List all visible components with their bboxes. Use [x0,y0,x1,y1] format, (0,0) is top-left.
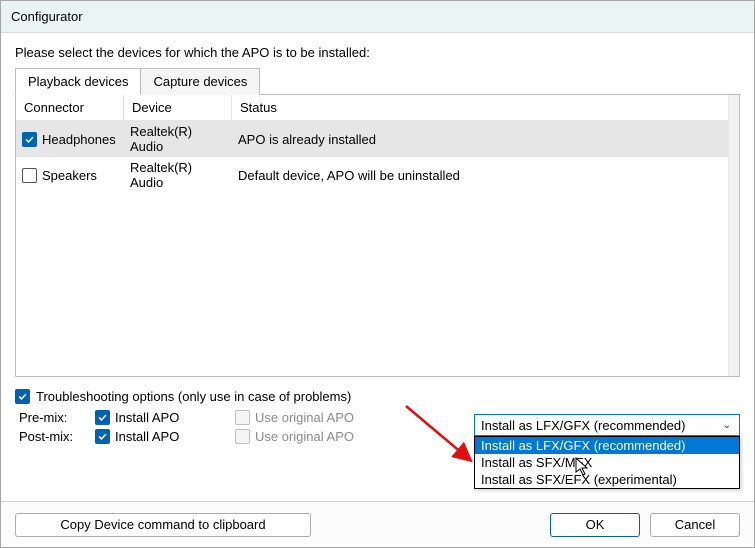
install-mode-dropdown[interactable]: Install as LFX/GFX (recommended) ⌄ [474,414,740,436]
postmix-install-checkbox[interactable] [95,429,110,444]
postmix-original-checkbox [235,429,250,444]
device-status: APO is already installed [232,129,739,150]
connector-name: Headphones [42,132,116,147]
device-checkbox[interactable] [22,168,37,183]
table-row[interactable]: Speakers Realtek(R) Audio Default device… [16,157,739,193]
column-header-status[interactable]: Status [232,95,739,121]
premix-install-checkbox[interactable] [95,410,110,425]
dropdown-option[interactable]: Install as SFX/EFX (experimental) [475,471,739,488]
window-title: Configurator [11,9,83,24]
title-bar: Configurator [1,1,754,33]
tab-capture-devices[interactable]: Capture devices [140,68,260,95]
dropdown-option[interactable]: Install as LFX/GFX (recommended) [475,437,739,454]
ok-button-label: OK [586,517,605,532]
table-row[interactable]: Headphones Realtek(R) Audio APO is alrea… [16,121,739,157]
device-name: Realtek(R) Audio [124,121,232,157]
tab-playback-label: Playback devices [28,74,128,89]
device-table: Connector Device Status Headphones Realt… [15,95,740,377]
ok-button[interactable]: OK [550,513,640,537]
premix-install-label: Install APO [115,410,179,425]
column-header-device[interactable]: Device [124,95,232,121]
instruction-text: Please select the devices for which the … [15,45,740,60]
dropdown-options-list: Install as LFX/GFX (recommended) Install… [474,436,740,489]
premix-original-label: Use original APO [255,410,354,425]
tab-playback-devices[interactable]: Playback devices [15,68,141,95]
device-name: Realtek(R) Audio [124,157,232,193]
premix-original-checkbox [235,410,250,425]
column-header-connector[interactable]: Connector [16,95,124,121]
dropdown-selected-value: Install as LFX/GFX (recommended) [481,418,685,433]
premix-label: Pre-mix: [19,410,85,425]
device-status: Default device, APO will be uninstalled [232,165,739,186]
dropdown-option[interactable]: Install as SFX/MFX [475,454,739,471]
chevron-down-icon: ⌄ [723,420,733,431]
troubleshoot-checkbox[interactable] [15,389,30,404]
postmix-original-label: Use original APO [255,429,354,444]
cancel-button[interactable]: Cancel [650,513,740,537]
tab-capture-label: Capture devices [153,74,247,89]
connector-name: Speakers [42,168,97,183]
postmix-label: Post-mix: [19,429,85,444]
device-checkbox[interactable] [22,132,37,147]
postmix-install-label: Install APO [115,429,179,444]
vertical-scrollbar[interactable] [728,95,739,376]
copy-device-command-button[interactable]: Copy Device command to clipboard [15,513,311,537]
cancel-button-label: Cancel [675,517,715,532]
copy-button-label: Copy Device command to clipboard [60,517,265,532]
troubleshoot-label: Troubleshooting options (only use in cas… [36,389,351,404]
